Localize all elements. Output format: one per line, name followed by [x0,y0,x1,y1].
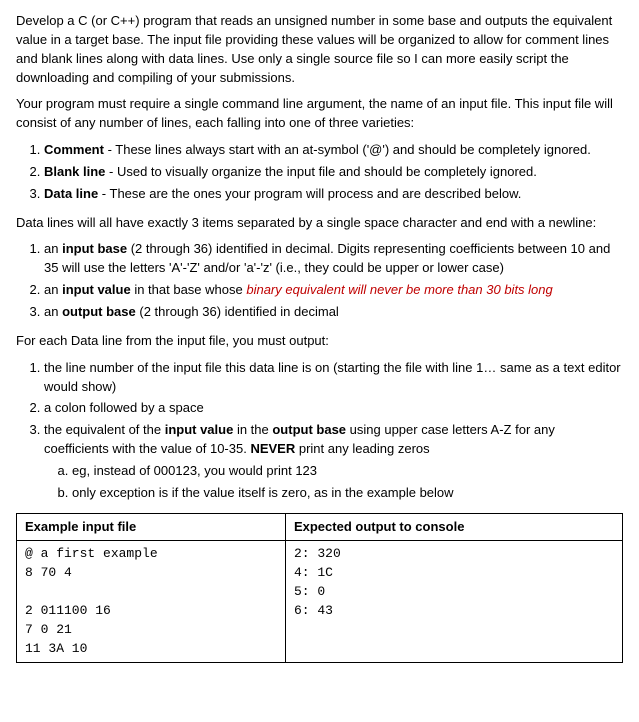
variety-text-2: - Used to visually organize the input fi… [105,164,536,179]
data-item-text-3: (2 through 36) identified in decimal [136,304,339,319]
list-item: an output base (2 through 36) identified… [44,303,623,322]
table-col2-content: 2: 320 4: 1C 5: 0 6: 43 [285,541,622,663]
output-item-2: a colon followed by a space [44,400,204,415]
list-item: an input value in that base whose binary… [44,281,623,300]
table-col1-header: Example input file [17,513,286,541]
output-item-3-bold2: output base [272,422,346,437]
intro-para1: Develop a C (or C++) program that reads … [16,12,623,87]
data-item-bold-2: input value [62,282,131,297]
data-item-pre-2: an [44,282,62,297]
output-sub-item-2: only exception is if the value itself is… [72,485,454,500]
data-item-pre-3: an [44,304,62,319]
output-section: For each Data line from the input file, … [16,332,623,503]
list-item: the equivalent of the input value in the… [44,421,623,502]
data-item-pre-1: an [44,241,62,256]
table-col1-content: @ a first example 8 70 4 2 011100 16 7 0… [17,541,286,663]
table-row: @ a first example 8 70 4 2 011100 16 7 0… [17,541,623,663]
output-item-3-bold1: input value [165,422,234,437]
output-sub-list: eg, instead of 000123, you would print 1… [72,462,623,503]
variety-text-3: - These are the ones your program will p… [98,186,521,201]
varieties-list: Comment - These lines always start with … [44,141,623,204]
output-item-3-never-end: print any leading zeros [295,441,429,456]
output-item-3-never: NEVER [250,441,295,456]
list-item: Comment - These lines always start with … [44,141,623,160]
data-lines-section: Data lines will all have exactly 3 items… [16,214,623,322]
list-item: only exception is if the value itself is… [72,484,623,503]
output-items-list: the line number of the input file this d… [44,359,623,503]
variety-label-2: Blank line [44,164,105,179]
data-item-bold-3: output base [62,304,136,319]
list-item: a colon followed by a space [44,399,623,418]
variety-label-1: Comment [44,142,104,157]
list-item: eg, instead of 000123, you would print 1… [72,462,623,481]
page-content: Develop a C (or C++) program that reads … [16,12,623,663]
list-item: the line number of the input file this d… [44,359,623,397]
table-header-row: Example input file Expected output to co… [17,513,623,541]
intro-section: Develop a C (or C++) program that reads … [16,12,623,204]
list-item: Blank line - Used to visually organize t… [44,163,623,182]
data-lines-intro: Data lines will all have exactly 3 items… [16,214,623,233]
data-item-red-2: binary equivalent will never be more tha… [246,282,552,297]
output-item-3-mid: in the [233,422,272,437]
output-item-3-pre: the equivalent of the [44,422,165,437]
list-item: an input base (2 through 36) identified … [44,240,623,278]
variety-text-1: - These lines always start with an at-sy… [104,142,591,157]
output-sub-item-1: eg, instead of 000123, you would print 1… [72,463,317,478]
data-item-bold-1: input base [62,241,127,256]
list-item: Data line - These are the ones your prog… [44,185,623,204]
table-col2-header: Expected output to console [285,513,622,541]
data-item-text-1: (2 through 36) identified in decimal. Di… [44,241,610,275]
data-item-text-2: in that base whose [131,282,247,297]
output-item-1: the line number of the input file this d… [44,360,621,394]
output-intro: For each Data line from the input file, … [16,332,623,351]
data-items-list: an input base (2 through 36) identified … [44,240,623,321]
variety-label-3: Data line [44,186,98,201]
example-table: Example input file Expected output to co… [16,513,623,664]
intro-para2: Your program must require a single comma… [16,95,623,133]
